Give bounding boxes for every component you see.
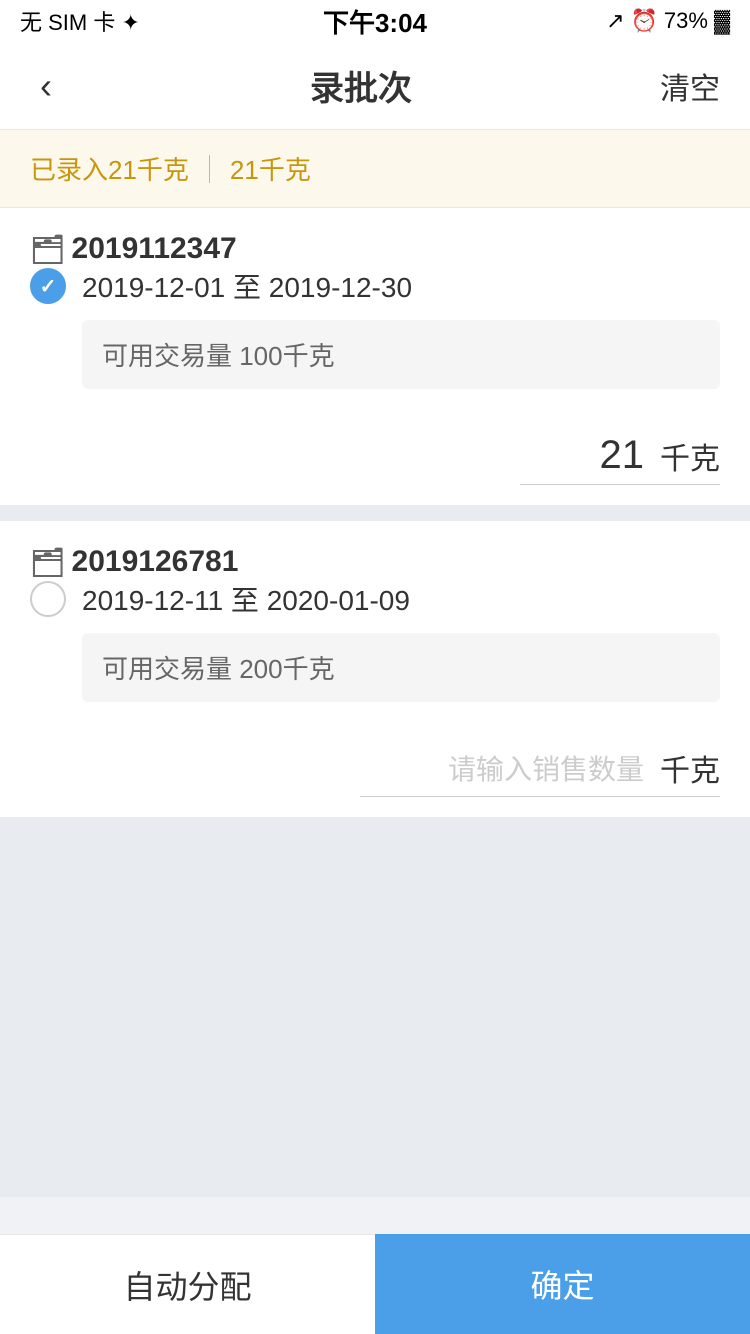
- content-wrapper: 🗂 2019112347 2019-12-01 至 2019-12-30 可用交…: [0, 208, 750, 1297]
- batch-id-1: 🗂 2019112347: [30, 232, 720, 266]
- nav-bar: ‹ 录批次 清空: [0, 42, 750, 130]
- info-banner: 已录入21千克 21千克: [0, 130, 750, 208]
- quantity-underline-1: [520, 484, 720, 485]
- quantity-value-1: 21: [600, 433, 645, 478]
- quantity-section-2: 请输入销售数量 千克: [0, 726, 750, 817]
- clear-button[interactable]: 清空: [660, 64, 720, 108]
- bottom-area: [0, 817, 750, 1197]
- quantity-row-1: 21 千克: [0, 413, 750, 505]
- battery-label: 73%: [664, 8, 708, 34]
- page-title: 录批次: [310, 61, 412, 110]
- section-divider: [0, 505, 750, 521]
- battery-icon: ▓: [714, 8, 730, 34]
- status-bar: 无 SIM 卡 ✦ 下午3:04 ↗ ⏰ 73% ▓: [0, 0, 750, 42]
- availability-2: 可用交易量 200千克: [82, 633, 720, 702]
- batch-id-2: 🗂 2019126781: [30, 545, 720, 579]
- batch-id-text-2: 2019126781: [72, 545, 239, 579]
- info-value: 21千克: [230, 150, 311, 187]
- info-label: 已录入21千克: [30, 150, 189, 187]
- footer: 自动分配 确定: [0, 1234, 750, 1334]
- radio-1[interactable]: [30, 268, 66, 304]
- quantity-section-1: 21 千克: [0, 413, 750, 505]
- info-divider: [209, 155, 210, 183]
- back-button[interactable]: ‹: [30, 55, 62, 117]
- batch-date-1: 2019-12-01 至 2019-12-30: [82, 266, 412, 306]
- batch-id-text-1: 2019112347: [72, 232, 237, 266]
- confirm-button[interactable]: 确定: [375, 1234, 750, 1334]
- batch-date-2: 2019-12-11 至 2020-01-09: [82, 579, 410, 619]
- batch-item-2: 🗂 2019126781 2019-12-11 至 2020-01-09 可用交…: [0, 521, 750, 726]
- quantity-placeholder-2[interactable]: 请输入销售数量: [448, 748, 644, 788]
- quantity-underline-2: [360, 796, 720, 797]
- sim-label: 无 SIM 卡 ✦: [20, 5, 140, 37]
- auto-distribute-button[interactable]: 自动分配: [0, 1234, 375, 1334]
- status-time: 下午3:04: [323, 3, 427, 40]
- alarm-icon: ⏰: [631, 8, 658, 34]
- confirm-label: 确定: [530, 1261, 594, 1307]
- doc-icon-2: 🗂: [30, 546, 66, 579]
- quantity-unit-1: 千克: [660, 434, 720, 478]
- quantity-unit-2: 千克: [660, 746, 720, 790]
- location-icon: ↗: [606, 8, 624, 34]
- availability-1: 可用交易量 100千克: [82, 320, 720, 389]
- quantity-row-2: 请输入销售数量 千克: [0, 726, 750, 817]
- batch-date-row-2: 2019-12-11 至 2020-01-09: [30, 579, 720, 619]
- batch-item-1: 🗂 2019112347 2019-12-01 至 2019-12-30 可用交…: [0, 208, 750, 413]
- status-right: ↗ ⏰ 73% ▓: [606, 8, 730, 34]
- radio-2[interactable]: [30, 581, 66, 617]
- doc-icon-1: 🗂: [30, 233, 66, 266]
- auto-distribute-label: 自动分配: [123, 1262, 251, 1308]
- batch-date-row-1: 2019-12-01 至 2019-12-30: [30, 266, 720, 306]
- status-left: 无 SIM 卡 ✦: [20, 5, 140, 37]
